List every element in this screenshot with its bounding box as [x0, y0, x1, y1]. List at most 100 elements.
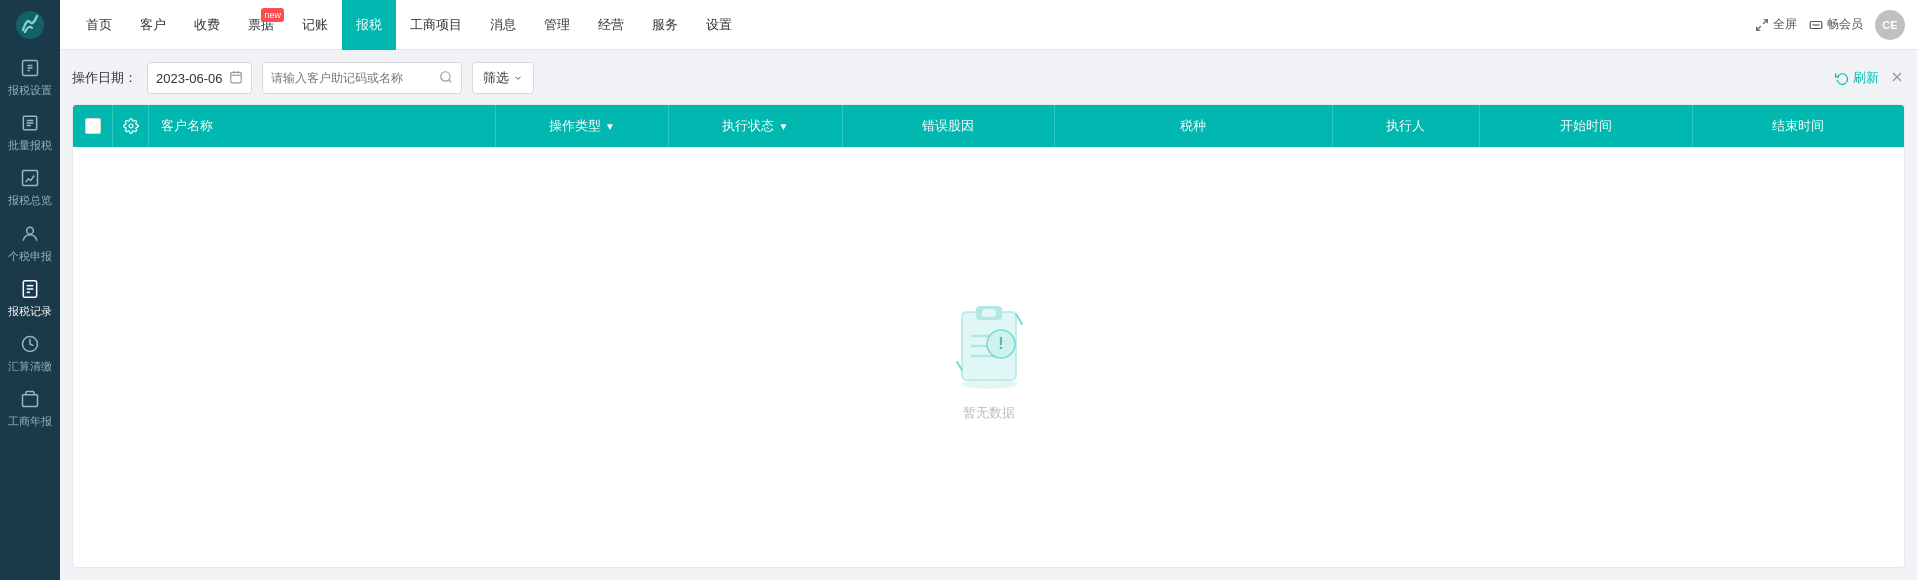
svg-point-0: [16, 11, 44, 39]
tax-summary-icon: [20, 168, 40, 191]
date-picker[interactable]: 2023-06-06: [147, 62, 252, 94]
topnav-right: 全屏 畅会员 CE: [1755, 10, 1905, 40]
topnav-tax-label: 报税: [356, 16, 382, 34]
topnav-item-bizproject[interactable]: 工商项目: [396, 0, 476, 50]
sidebar-item-tax-records-label: 报税记录: [8, 305, 52, 318]
svg-point-28: [129, 124, 133, 128]
topnav-bizproject-label: 工商项目: [410, 16, 462, 34]
svg-text:!: !: [998, 335, 1003, 352]
refresh-label: 刷新: [1853, 69, 1879, 87]
avatar-text: CE: [1882, 19, 1897, 31]
sidebar-item-batch-tax[interactable]: 批量报税: [0, 105, 60, 160]
sidebar-item-tax-settings-label: 报税设置: [8, 84, 52, 97]
vip-button[interactable]: 畅会员: [1809, 16, 1863, 33]
empty-text: 暂无数据: [963, 404, 1015, 422]
topnav-item-accounting[interactable]: 记账: [288, 0, 342, 50]
table-header: 客户名称 操作类型 ▼ 执行状态 ▼ 错误股因 税种 执行人: [73, 105, 1904, 147]
avatar[interactable]: CE: [1875, 10, 1905, 40]
topnav-item-invoice[interactable]: 票据 new: [234, 0, 288, 50]
personal-tax-icon: [20, 224, 40, 247]
calendar-icon: [229, 70, 243, 87]
svg-point-39: [961, 379, 1017, 389]
empty-state: ! 暂无数据: [914, 262, 1064, 452]
th-settings[interactable]: [113, 105, 149, 147]
sidebar-item-tax-records[interactable]: 报税记录: [0, 271, 60, 326]
date-filter-label: 操作日期：: [72, 69, 137, 87]
vip-icon: [1809, 18, 1823, 32]
column-settings-icon: [123, 118, 139, 134]
annual-report-icon: [20, 389, 40, 412]
refresh-icon: [1835, 71, 1849, 85]
sidebar-item-annual-report[interactable]: 工商年报: [0, 381, 60, 436]
th-status[interactable]: 执行状态 ▼: [669, 105, 842, 147]
svg-line-37: [1016, 314, 1022, 324]
topnav-item-home[interactable]: 首页: [72, 0, 126, 50]
vip-label: 畅会员: [1827, 16, 1863, 33]
sidebar-item-tax-summary-label: 报税总览: [8, 194, 52, 207]
topnav-customer-label: 客户: [140, 16, 166, 34]
optype-sort-icon: ▼: [605, 121, 615, 132]
tax-records-icon: [20, 279, 40, 302]
topnav-settings-label: 设置: [706, 16, 732, 34]
svg-rect-31: [982, 309, 996, 317]
filter-button[interactable]: 筛选: [472, 62, 534, 94]
svg-line-18: [1757, 26, 1761, 30]
sidebar-item-tax-settings[interactable]: 报税设置: [0, 50, 60, 105]
batch-tax-icon: [20, 113, 40, 136]
svg-rect-20: [230, 72, 241, 83]
topnav-item-customer[interactable]: 客户: [126, 0, 180, 50]
th-optype[interactable]: 操作类型 ▼: [496, 105, 669, 147]
table-body: ! 暂无数据: [73, 147, 1904, 567]
filter-btn-label: 筛选: [483, 69, 509, 87]
th-executor-label: 执行人: [1386, 117, 1425, 135]
svg-rect-16: [23, 395, 38, 407]
topnav-operations-label: 经营: [598, 16, 624, 34]
refresh-button[interactable]: 刷新: [1835, 69, 1879, 87]
fullscreen-button[interactable]: 全屏: [1755, 16, 1797, 33]
sidebar-item-tax-summary[interactable]: 报税总览: [0, 160, 60, 215]
empty-illustration: !: [944, 292, 1034, 392]
svg-point-24: [440, 71, 449, 80]
topnav-messages-label: 消息: [490, 16, 516, 34]
th-status-label: 执行状态: [722, 117, 774, 135]
sidebar: 报税设置 批量报税 报税总览 个税申报 报税记录: [0, 0, 60, 580]
close-button[interactable]: [1889, 69, 1905, 88]
topnav-item-billing[interactable]: 收费: [180, 0, 234, 50]
svg-line-25: [448, 79, 451, 82]
th-customer: 客户名称: [149, 105, 496, 147]
th-taxtype-label: 税种: [1180, 117, 1206, 135]
filter-bar-right: 刷新: [1835, 69, 1905, 88]
sidebar-item-settlement[interactable]: 汇算清缴: [0, 326, 60, 381]
select-all-checkbox[interactable]: [85, 118, 101, 134]
topnav: 首页 客户 收费 票据 new 记账 报税 工商项目 消息: [60, 0, 1917, 50]
sidebar-logo: [0, 0, 60, 50]
topnav-item-settings[interactable]: 设置: [692, 0, 746, 50]
topnav-item-messages[interactable]: 消息: [476, 0, 530, 50]
topnav-item-services[interactable]: 服务: [638, 0, 692, 50]
th-error-label: 错误股因: [922, 117, 974, 135]
topnav-home-label: 首页: [86, 16, 112, 34]
close-icon: [1889, 69, 1905, 85]
date-value: 2023-06-06: [156, 71, 223, 86]
svg-line-17: [1763, 19, 1767, 23]
th-customer-label: 客户名称: [161, 117, 213, 135]
main-area: 首页 客户 收费 票据 new 记账 报税 工商项目 消息: [60, 0, 1917, 580]
topnav-item-tax[interactable]: 报税: [342, 0, 396, 50]
th-error: 错误股因: [843, 105, 1055, 147]
th-executor: 执行人: [1333, 105, 1480, 147]
th-starttime: 开始时间: [1480, 105, 1692, 147]
topnav-item-management[interactable]: 管理: [530, 0, 584, 50]
search-input[interactable]: [271, 71, 433, 85]
th-optype-label: 操作类型: [549, 117, 601, 135]
content-area: 操作日期： 2023-06-06 筛选: [60, 50, 1917, 580]
sidebar-item-batch-tax-label: 批量报税: [8, 139, 52, 152]
new-badge: new: [261, 8, 284, 22]
topnav-item-operations[interactable]: 经营: [584, 0, 638, 50]
sidebar-item-personal-tax[interactable]: 个税申报: [0, 216, 60, 271]
th-taxtype: 税种: [1055, 105, 1333, 147]
th-starttime-label: 开始时间: [1560, 117, 1612, 135]
th-checkbox[interactable]: [73, 105, 113, 147]
fullscreen-label: 全屏: [1773, 16, 1797, 33]
data-table: 客户名称 操作类型 ▼ 执行状态 ▼ 错误股因 税种 执行人: [72, 104, 1905, 568]
search-icon: [439, 70, 453, 87]
